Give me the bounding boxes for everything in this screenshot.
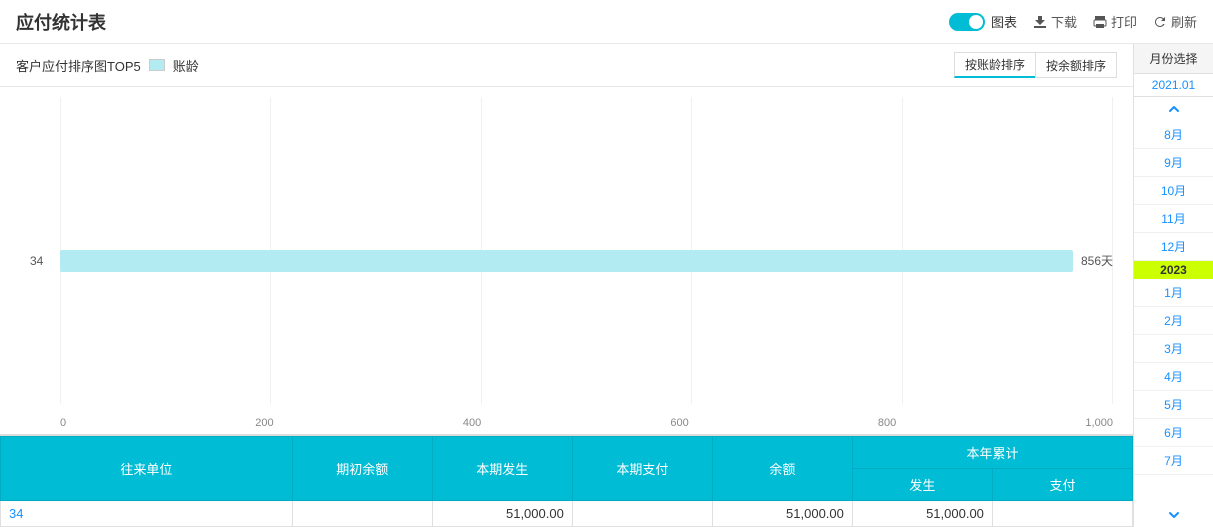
legend-box-label: 账龄 (173, 56, 199, 75)
bar-value-label: 856天 (1081, 252, 1113, 269)
page-title: 应付统计表 (16, 9, 106, 35)
chevron-up-icon (1166, 101, 1182, 117)
x-axis: 0 200 400 600 800 1,000 (60, 417, 1113, 429)
x-label-4: 800 (878, 417, 896, 429)
app-container: 应付统计表 图表 下载 打印 刷新 (0, 0, 1213, 527)
month-list: 8月 9月 10月 11月 12月 2023 1月 2月 3月 4月 5月 6月… (1134, 121, 1213, 503)
bar-fill (60, 250, 1073, 272)
sidebar-item-oct[interactable]: 10月 (1134, 177, 1213, 205)
col-balance-header: 余额 (712, 437, 852, 501)
refresh-icon (1153, 15, 1167, 29)
legend-text: 客户应付排序图TOP5 (16, 56, 141, 75)
chart-toggle-wrap: 图表 (949, 12, 1017, 31)
chart-area: 客户应付排序图TOP5 账龄 按账龄排序 按余额排序 (0, 44, 1133, 527)
col-ytd-pay-header: 支付 (992, 469, 1132, 501)
sidebar-item-may[interactable]: 5月 (1134, 391, 1213, 419)
sidebar-current-period: 2021.01 (1134, 74, 1213, 97)
download-icon (1033, 15, 1047, 29)
table-area: 往来单位 期初余额 本期发生 本期支付 余额 本年累计 发生 支付 (0, 434, 1133, 527)
sidebar-item-feb[interactable]: 2月 (1134, 307, 1213, 335)
col-current-occ-header: 本期发生 (432, 437, 572, 501)
cell-ytd-pay (992, 501, 1132, 527)
cell-balance: 51,000.00 (712, 501, 852, 527)
sidebar-item-jul[interactable]: 7月 (1134, 447, 1213, 475)
sort-by-amount-button[interactable]: 按余额排序 (1035, 52, 1117, 78)
x-label-1: 200 (255, 417, 273, 429)
sidebar-month-select-header: 月份选择 (1134, 44, 1213, 74)
sidebar-item-aug[interactable]: 8月 (1134, 121, 1213, 149)
bar-row: 856天 (60, 250, 1113, 272)
download-button[interactable]: 下载 (1033, 12, 1077, 31)
print-button[interactable]: 打印 (1093, 12, 1137, 31)
header-actions: 图表 下载 打印 刷新 (949, 12, 1197, 31)
x-label-2: 400 (463, 417, 481, 429)
sidebar-item-jan[interactable]: 1月 (1134, 279, 1213, 307)
refresh-button[interactable]: 刷新 (1153, 12, 1197, 31)
cell-ytd-occ: 51,000.00 (852, 501, 992, 527)
print-label: 打印 (1111, 12, 1137, 31)
chart-toggle-label: 图表 (991, 12, 1017, 31)
main-content: 客户应付排序图TOP5 账龄 按账龄排序 按余额排序 (0, 44, 1213, 527)
table-row: 34 51,000.00 51,000.00 51,000.00 (1, 501, 1133, 527)
x-label-0: 0 (60, 417, 66, 429)
cell-current-occ: 51,000.00 (432, 501, 572, 527)
sidebar-item-jun[interactable]: 6月 (1134, 419, 1213, 447)
right-sidebar: 月份选择 2021.01 8月 9月 10月 11月 12月 2023 1月 2… (1133, 44, 1213, 527)
col-unit-header: 往来单位 (1, 437, 293, 501)
x-label-5: 1,000 (1085, 417, 1113, 429)
header: 应付统计表 图表 下载 打印 刷新 (0, 0, 1213, 44)
summary-table: 往来单位 期初余额 本期发生 本期支付 余额 本年累计 发生 支付 (0, 436, 1133, 527)
sidebar-item-dec[interactable]: 12月 (1134, 233, 1213, 261)
sidebar-item-nov[interactable]: 11月 (1134, 205, 1213, 233)
cell-unit: 34 (1, 501, 293, 527)
chevron-down-icon (1166, 507, 1182, 523)
chart-sort-buttons: 按账龄排序 按余额排序 (954, 52, 1117, 78)
x-label-3: 600 (670, 417, 688, 429)
scroll-up-button[interactable] (1134, 97, 1213, 121)
legend-box (149, 59, 165, 71)
sidebar-item-mar[interactable]: 3月 (1134, 335, 1213, 363)
download-label: 下载 (1051, 12, 1077, 31)
bar-chart: 34 856天 0 200 400 600 800 1,000 (0, 87, 1133, 434)
unit-link[interactable]: 34 (9, 506, 23, 521)
col-opening-header: 期初余额 (292, 437, 432, 501)
sidebar-item-sep[interactable]: 9月 (1134, 149, 1213, 177)
y-axis-label: 34 (30, 254, 43, 268)
print-icon (1093, 15, 1107, 29)
chart-legend: 客户应付排序图TOP5 账龄 (16, 56, 199, 75)
col-current-pay-header: 本期支付 (572, 437, 712, 501)
chart-header: 客户应付排序图TOP5 账龄 按账龄排序 按余额排序 (0, 44, 1133, 87)
chart-toggle[interactable] (949, 13, 985, 31)
year-marker-2023: 2023 (1134, 261, 1213, 279)
col-ytd-header: 本年累计 (852, 437, 1132, 469)
sort-by-balance-button[interactable]: 按账龄排序 (954, 52, 1035, 78)
cell-opening (292, 501, 432, 527)
scroll-down-button[interactable] (1134, 503, 1213, 527)
refresh-label: 刷新 (1171, 12, 1197, 31)
col-ytd-occ-header: 发生 (852, 469, 992, 501)
cell-current-pay (572, 501, 712, 527)
sidebar-item-apr[interactable]: 4月 (1134, 363, 1213, 391)
